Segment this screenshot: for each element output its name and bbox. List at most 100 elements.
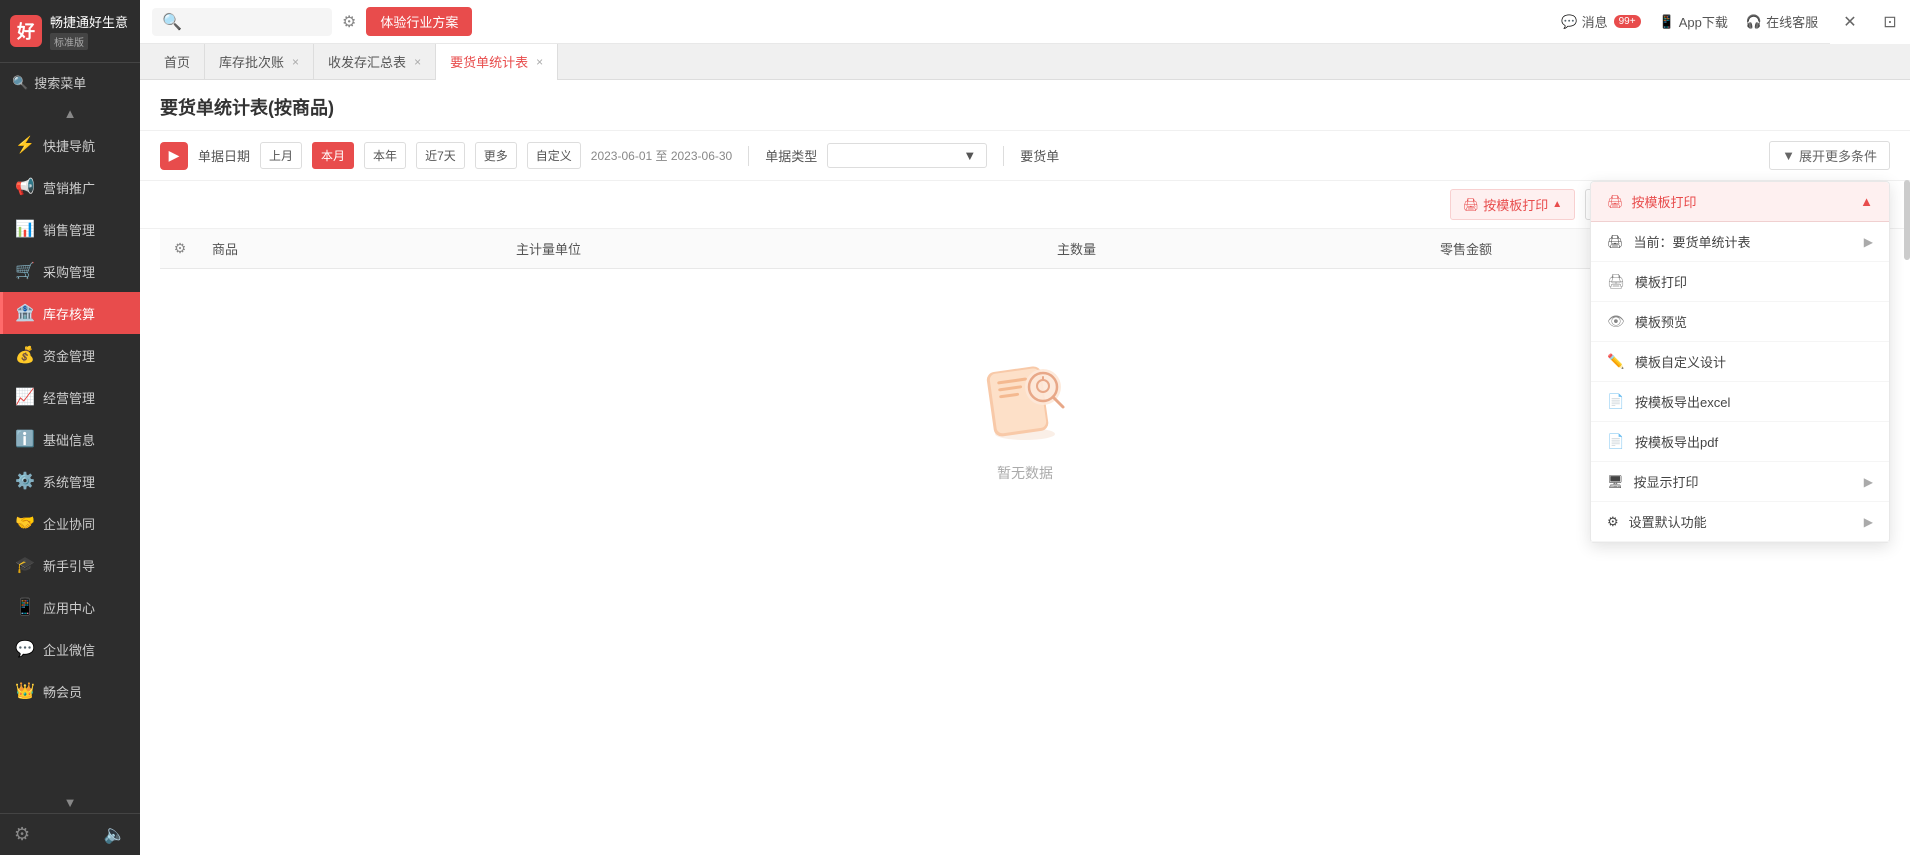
divider <box>748 146 749 166</box>
dropdown-item-template-print[interactable]: 🖨 模板打印 <box>1591 262 1889 302</box>
template-print-btn[interactable]: 🖨 按模板打印 ▲ <box>1450 189 1575 220</box>
tab-order-stats-close[interactable]: × <box>536 55 543 69</box>
search-label: 搜索菜单 <box>34 73 86 92</box>
default-func-label: 设置默认功能 <box>1629 512 1707 531</box>
tab-home-label: 首页 <box>164 52 190 71</box>
template-preview-label: 模板预览 <box>1635 312 1687 331</box>
date-btn-custom[interactable]: 自定义 <box>527 142 581 169</box>
export-pdf-icon: 📄 <box>1607 433 1625 450</box>
sidebar-logo: 好 畅捷通好生意 标准版 <box>0 0 140 63</box>
window-close-btn[interactable]: ✕ <box>1830 0 1870 44</box>
sidebar-scroll-up[interactable]: ▲ <box>0 102 140 124</box>
sidebar-item-label: 应用中心 <box>43 598 95 617</box>
filter-bar: ▶ 单据日期 上月 本月 本年 近7天 更多 自定义 2023-06-01 至 … <box>140 131 1910 181</box>
export-excel-icon: 📄 <box>1607 393 1625 410</box>
dropdown-item-display-print[interactable]: 🖥 按显示打印 ▶ <box>1591 462 1889 502</box>
dropdown-item-template-preview[interactable]: 👁 模板预览 <box>1591 302 1889 342</box>
dropdown-printer-icon: 🖨 <box>1607 194 1624 210</box>
sidebar-nav: ⚡ 快捷导航 📢 营销推广 📊 销售管理 🛒 采购管理 🏦 库存核算 💰 资金管… <box>0 124 140 791</box>
tab-receipt-summary[interactable]: 收发存汇总表 × <box>314 44 436 80</box>
date-btn-last-month[interactable]: 上月 <box>260 142 302 169</box>
table-col-settings: ⚙ <box>160 229 200 269</box>
tab-home[interactable]: 首页 <box>150 44 205 80</box>
dropdown-item-export-pdf[interactable]: 📄 按模板导出pdf <box>1591 422 1889 462</box>
system-icon: ⚙️ <box>15 471 35 491</box>
template-custom-label: 模板自定义设计 <box>1635 352 1726 371</box>
sidebar-item-member[interactable]: 👑 畅会员 <box>0 670 140 712</box>
topbar-gear-icon[interactable]: ⚙ <box>342 12 356 32</box>
expand-icon: ▼ <box>1782 148 1795 163</box>
sidebar-settings-icon[interactable]: ⚙ <box>14 824 30 845</box>
sidebar-item-marketing[interactable]: 📢 营销推广 <box>0 166 140 208</box>
tab-inventory-batch-close[interactable]: × <box>292 55 299 69</box>
newbie-icon: 🎓 <box>15 555 35 575</box>
tab-bar: 首页 库存批次账 × 收发存汇总表 × 要货单统计表 × <box>140 44 1910 80</box>
date-btn-this-month[interactable]: 本月 <box>312 142 354 169</box>
sidebar-scroll-down[interactable]: ▼ <box>0 791 140 813</box>
export-pdf-label: 按模板导出pdf <box>1635 432 1718 451</box>
default-func-icon: ⚙ <box>1607 514 1619 530</box>
sidebar-search[interactable]: 🔍 搜索菜单 <box>0 63 140 102</box>
template-print-menu-label: 模板打印 <box>1635 272 1687 291</box>
trial-button[interactable]: 体验行业方案 <box>366 7 472 36</box>
sidebar-item-collab[interactable]: 🤝 企业协同 <box>0 502 140 544</box>
app-download-label: App下载 <box>1679 12 1728 31</box>
notifications-label: 消息 <box>1582 12 1608 31</box>
sidebar-sound-icon[interactable]: 🔈 <box>104 824 126 845</box>
date-btn-this-year[interactable]: 本年 <box>364 142 406 169</box>
template-print-dropdown: 🖨 按模板打印 ▲ 🖨 当前：要货单统计表 ▶ 🖨 <box>1590 181 1890 543</box>
sidebar-item-app-center[interactable]: 📱 应用中心 <box>0 586 140 628</box>
app-name: 畅捷通好生意 <box>50 12 128 31</box>
main-area: 🔍 ⚙ 体验行业方案 💬 消息 99+ 📱 App下载 🎧 在线客服 Rit ✕ <box>140 0 1910 855</box>
expand-conditions-btn[interactable]: ▼ 展开更多条件 <box>1769 141 1890 170</box>
filter-collapse-btn[interactable]: ▶ <box>160 142 188 170</box>
app-download-item[interactable]: 📱 App下载 <box>1659 12 1728 31</box>
sidebar-item-finance[interactable]: 💰 资金管理 <box>0 334 140 376</box>
sidebar-item-label: 畅会员 <box>43 682 82 701</box>
scrollbar-vertical[interactable] <box>1904 180 1910 260</box>
app-name-block: 畅捷通好生意 标准版 <box>50 12 128 50</box>
sidebar-item-system[interactable]: ⚙️ 系统管理 <box>0 460 140 502</box>
online-service-item[interactable]: 🎧 在线客服 <box>1746 12 1818 31</box>
dropdown-item-export-excel[interactable]: 📄 按模板导出excel <box>1591 382 1889 422</box>
dropdown-up-icon[interactable]: ▲ <box>1860 194 1873 209</box>
dropdown-current-item[interactable]: 🖨 当前：要货单统计表 ▶ <box>1591 222 1889 262</box>
template-print-label: 按模板打印 <box>1483 195 1548 214</box>
dropdown-item-default-func[interactable]: ⚙ 设置默认功能 ▶ <box>1591 502 1889 542</box>
sidebar-item-wechat[interactable]: 💬 企业微信 <box>0 628 140 670</box>
divider2 <box>1003 146 1004 166</box>
page-title: 要货单统计表(按商品) <box>160 98 334 118</box>
type-select[interactable]: ▼ <box>827 143 987 168</box>
current-template-label: 当前：要货单统计表 <box>1634 232 1751 251</box>
sidebar-item-sales[interactable]: 📊 销售管理 <box>0 208 140 250</box>
app-center-icon: 📱 <box>15 597 35 617</box>
date-btn-more[interactable]: 更多 <box>475 142 517 169</box>
tab-inventory-batch[interactable]: 库存批次账 × <box>205 44 314 80</box>
sidebar-item-base-info[interactable]: ℹ️ 基础信息 <box>0 418 140 460</box>
tab-order-stats[interactable]: 要货单统计表 × <box>436 44 558 80</box>
sidebar-item-purchase[interactable]: 🛒 采购管理 <box>0 250 140 292</box>
sidebar-item-quick-nav[interactable]: ⚡ 快捷导航 <box>0 124 140 166</box>
template-preview-icon: 👁 <box>1607 313 1625 330</box>
wechat-icon: 💬 <box>15 639 35 659</box>
date-btn-7days[interactable]: 近7天 <box>416 142 465 169</box>
sidebar-item-label: 快捷导航 <box>43 136 95 155</box>
table-settings-icon[interactable]: ⚙ <box>174 240 187 257</box>
tab-receipt-summary-close[interactable]: × <box>414 55 421 69</box>
sidebar: 好 畅捷通好生意 标准版 🔍 搜索菜单 ▲ ⚡ 快捷导航 📢 营销推广 📊 销售… <box>0 0 140 855</box>
topbar-search-box: 🔍 <box>152 8 332 36</box>
dropdown-title: 按模板打印 <box>1632 192 1697 211</box>
sidebar-item-operations[interactable]: 📈 经营管理 <box>0 376 140 418</box>
dropdown-item-template-custom[interactable]: ✏️ 模板自定义设计 <box>1591 342 1889 382</box>
topbar-search-input[interactable] <box>188 14 318 29</box>
window-maximize-btn[interactable]: ⊡ <box>1870 0 1910 44</box>
notifications-item[interactable]: 💬 消息 99+ <box>1561 12 1640 31</box>
dropdown-header: 🖨 按模板打印 ▲ <box>1591 182 1889 222</box>
printer-icon: 🖨 <box>1463 197 1480 213</box>
notification-badge: 99+ <box>1614 15 1641 28</box>
bell-icon: 💬 <box>1561 14 1577 30</box>
collab-icon: 🤝 <box>15 513 35 533</box>
sidebar-item-newbie[interactable]: 🎓 新手引导 <box>0 544 140 586</box>
sidebar-item-inventory[interactable]: 🏦 库存核算 <box>0 292 140 334</box>
content-area: 要货单统计表(按商品) ▶ 单据日期 上月 本月 本年 近7天 更多 自定义 2… <box>140 80 1910 855</box>
